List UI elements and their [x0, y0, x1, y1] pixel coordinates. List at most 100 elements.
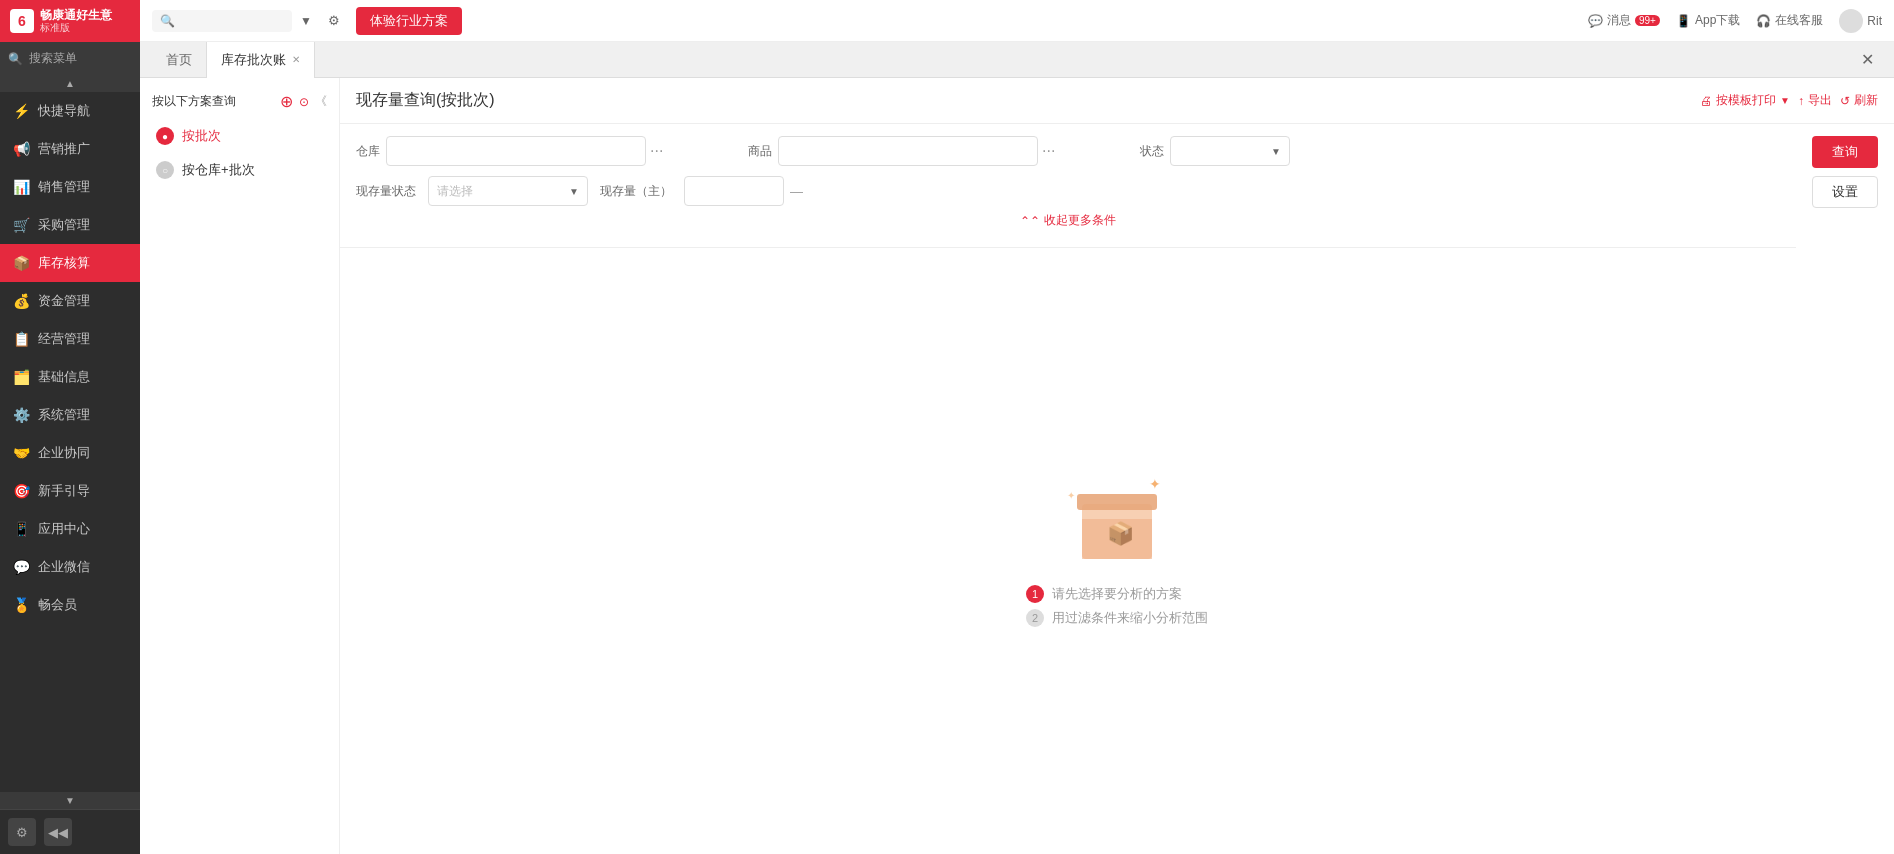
sidebar-item-enterprise[interactable]: 🤝 企业协同 [0, 434, 140, 472]
svg-rect-1 [1077, 494, 1157, 510]
service-btn[interactable]: 🎧 在线客服 [1756, 12, 1823, 29]
sidebar-item-apps[interactable]: 📱 应用中心 [0, 510, 140, 548]
brand-logo: 6 [10, 9, 34, 33]
plan-item-warehouse-batch[interactable]: ○ 按仓库+批次 [140, 153, 339, 187]
quick-nav-icon: ⚡ [12, 102, 30, 120]
plan-header-left: 按以下方案查询 [152, 93, 236, 110]
refresh-btn[interactable]: ↺ 刷新 [1840, 92, 1878, 109]
operations-icon: 📋 [12, 330, 30, 348]
sidebar-item-basics[interactable]: 🗂️ 基础信息 [0, 358, 140, 396]
basics-icon: 🗂️ [12, 368, 30, 386]
tab-home-label: 首页 [166, 51, 192, 69]
industry-btn[interactable]: 体验行业方案 [356, 7, 462, 35]
print-dropdown-icon[interactable]: ▼ [1780, 95, 1790, 106]
sidebar-settings-btn[interactable]: ⚙ [8, 818, 36, 846]
topbar-dropdown-btn[interactable]: ▼ [300, 14, 312, 28]
empty-svg: 📦 ✦ ✦ [1057, 469, 1177, 569]
print-btn[interactable]: 🖨 按模板打印 ▼ [1700, 92, 1790, 109]
tabbar: 首页 库存批次账 ✕ ✕ [140, 42, 1894, 78]
close-all-tabs-btn[interactable]: ✕ [1852, 42, 1882, 78]
quantity-min-input[interactable] [684, 176, 784, 206]
right-panel: 现存量查询(按批次) 🖨 按模板打印 ▼ ↑ 导出 ↺ 刷新 [340, 78, 1894, 854]
tab-close-btn[interactable]: ✕ [292, 54, 300, 65]
brand-sub: 标准版 [40, 22, 112, 34]
sidebar-item-marketing[interactable]: 📢 营销推广 [0, 130, 140, 168]
sidebar-item-inventory[interactable]: 📦 库存核算 [0, 244, 140, 282]
sidebar-collapse-btn[interactable]: ◀◀ [44, 818, 72, 846]
collapse-more-btn[interactable]: ⌃⌃ 收起更多条件 [356, 206, 1780, 235]
app-download-btn[interactable]: 📱 App下载 [1676, 12, 1740, 29]
inventory-status-value: 请选择 [437, 183, 473, 200]
plan-item-batch[interactable]: ● 按批次 [140, 119, 339, 153]
step-num-2: 2 [1026, 609, 1044, 627]
sidebar-search[interactable]: 🔍 搜索菜单 [0, 42, 140, 75]
sidebar-item-operations[interactable]: 📋 经营管理 [0, 320, 140, 358]
sidebar-item-label: 销售管理 [38, 178, 90, 196]
headset-icon: 🎧 [1756, 14, 1771, 28]
empty-steps-list: 1 请先选择要分析的方案 2 用过滤条件来缩小分析范围 [1026, 585, 1208, 633]
sidebar-item-member[interactable]: 🏅 畅会员 [0, 586, 140, 624]
sidebar-item-quick-nav[interactable]: ⚡ 快捷导航 [0, 92, 140, 130]
empty-step-1: 1 请先选择要分析的方案 [1026, 585, 1208, 603]
scroll-down-btn[interactable]: ▼ [0, 792, 140, 809]
tab-batch[interactable]: 库存批次账 ✕ [207, 42, 315, 78]
brand-info: 畅康通好生意 标准版 [40, 8, 112, 34]
step-1-text: 请先选择要分析的方案 [1052, 585, 1182, 603]
message-badge: 99+ [1635, 15, 1660, 26]
sidebar-item-finance[interactable]: 💰 资金管理 [0, 282, 140, 320]
plan-panel-header: 按以下方案查询 ⊕ ⊙ 《 [140, 88, 339, 119]
warehouse-input[interactable] [386, 136, 646, 166]
content-area: 按以下方案查询 ⊕ ⊙ 《 ● 按批次 ○ 按仓库+批次 现存量查询(按批 [140, 78, 1894, 854]
topbar: 🔍 ▼ ⚙ 体验行业方案 💬 消息 99+ 📱 App下载 🎧 在线客服 Rit [140, 0, 1894, 42]
user-avatar[interactable]: Rit [1839, 9, 1882, 33]
topbar-search-icon: 🔍 [160, 14, 175, 28]
sidebar-item-purchase[interactable]: 🛒 采购管理 [0, 206, 140, 244]
sidebar-item-label: 新手引导 [38, 482, 90, 500]
sidebar-nav: ⚡ 快捷导航 📢 营销推广 📊 销售管理 🛒 采购管理 📦 库存核算 💰 资金管… [0, 92, 140, 792]
sidebar-item-newbie[interactable]: 🎯 新手引导 [0, 472, 140, 510]
export-btn[interactable]: ↑ 导出 [1798, 92, 1832, 109]
apps-icon: 📱 [12, 520, 30, 538]
sidebar-item-label: 采购管理 [38, 216, 90, 234]
service-label: 在线客服 [1775, 12, 1823, 29]
sidebar-item-label: 应用中心 [38, 520, 90, 538]
sidebar-item-sales[interactable]: 📊 销售管理 [0, 168, 140, 206]
goods-input[interactable] [778, 136, 1038, 166]
system-icon: ⚙️ [12, 406, 30, 424]
topbar-search-box[interactable]: 🔍 [152, 10, 292, 32]
sidebar-item-label: 基础信息 [38, 368, 90, 386]
add-plan-btn[interactable]: ⊕ [280, 92, 293, 111]
status-dropdown[interactable]: ▼ [1170, 136, 1290, 166]
query-btn[interactable]: 查询 [1812, 136, 1878, 168]
sidebar-item-wechat[interactable]: 💬 企业微信 [0, 548, 140, 586]
message-btn[interactable]: 💬 消息 99+ [1588, 12, 1660, 29]
filter-row-1: 仓库 ··· 商品 ··· 状态 [356, 136, 1780, 166]
filter-goods: 商品 ··· [748, 136, 1128, 166]
filter-row-2: 现存量状态 请选择 ▼ 现存量（主） — [356, 176, 1780, 206]
inventory-status-dropdown[interactable]: 请选择 ▼ [428, 176, 588, 206]
warehouse-dots-btn[interactable]: ··· [650, 142, 663, 160]
page-actions: 🖨 按模板打印 ▼ ↑ 导出 ↺ 刷新 [1700, 92, 1878, 109]
settings-btn[interactable]: 设置 [1812, 176, 1878, 208]
scroll-up-btn[interactable]: ▲ [0, 75, 140, 92]
filter-quantity: 现存量（主） — [600, 176, 803, 206]
tab-home[interactable]: 首页 [152, 42, 207, 78]
quantity-range: — [684, 176, 803, 206]
collapse-more-label: 收起更多条件 [1044, 212, 1116, 229]
finance-icon: 💰 [12, 292, 30, 310]
plan-item-warehouse-batch-label: 按仓库+批次 [182, 161, 255, 179]
plan-collapse-icon[interactable]: 《 [315, 93, 327, 110]
sidebar-item-label: 快捷导航 [38, 102, 90, 120]
sidebar-item-system[interactable]: ⚙️ 系统管理 [0, 396, 140, 434]
svg-text:📦: 📦 [1107, 520, 1135, 547]
topbar-settings-btn[interactable]: ⚙ [320, 7, 348, 35]
inventory-status-chevron-icon: ▼ [569, 186, 579, 197]
plan-settings-icon[interactable]: ⊙ [299, 95, 309, 109]
action-buttons: 查询 设置 [1796, 124, 1894, 208]
empty-state: 📦 ✦ ✦ 1 请先选择要分析的方案 2 用过滤条件来缩小分析范围 [340, 248, 1894, 854]
brand-name: 畅康通好生意 [40, 8, 112, 22]
inventory-status-label: 现存量状态 [356, 183, 416, 200]
goods-dots-btn[interactable]: ··· [1042, 142, 1055, 160]
inventory-icon: 📦 [12, 254, 30, 272]
main-area: 🔍 ▼ ⚙ 体验行业方案 💬 消息 99+ 📱 App下载 🎧 在线客服 Rit [140, 0, 1894, 854]
